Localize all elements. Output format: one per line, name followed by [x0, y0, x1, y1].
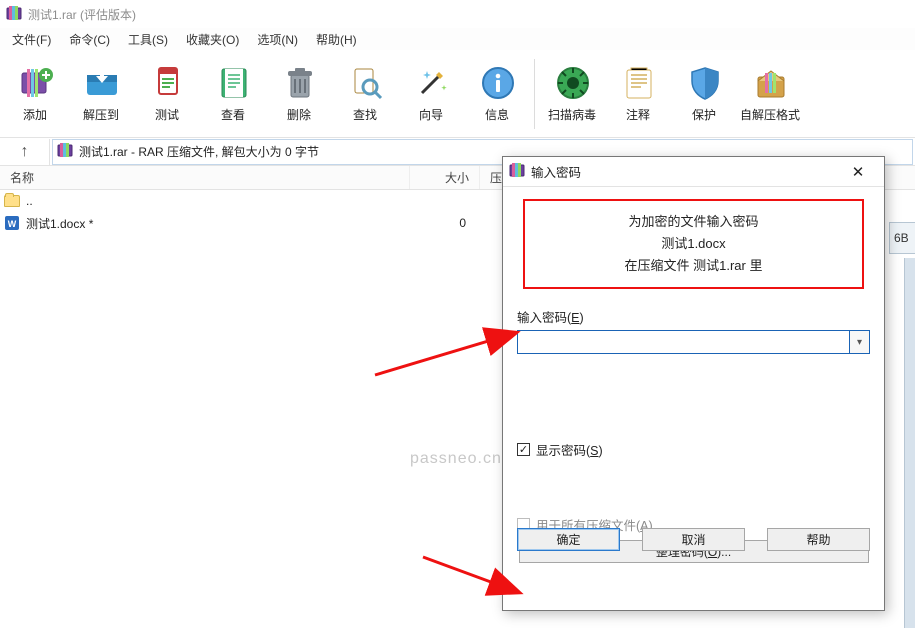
- toolbar-view-button[interactable]: 查看: [200, 52, 266, 136]
- wizard-icon: [412, 64, 450, 102]
- svg-text:W: W: [8, 219, 17, 229]
- toolbar-delete-label: 删除: [287, 106, 311, 123]
- toolbar-protect-label: 保护: [692, 106, 716, 123]
- dialog-message-line2: 测试1.docx: [537, 233, 850, 255]
- address-text: 测试1.rar - RAR 压缩文件, 解包大小为 0 字节: [79, 143, 319, 160]
- docx-icon: W: [4, 215, 20, 231]
- password-dropdown-button[interactable]: ▾: [850, 330, 870, 354]
- toolbar-extract-label: 解压到: [83, 106, 119, 123]
- menu-help[interactable]: 帮助(H): [308, 29, 365, 50]
- dialog-titlebar: 输入密码 ✕: [503, 157, 884, 187]
- watermark-text: passneo.cn: [410, 450, 502, 468]
- dialog-icon: [509, 162, 525, 181]
- hidden-column-peek: 6B: [889, 222, 915, 254]
- toolbar-extract-button[interactable]: 解压到: [68, 52, 134, 136]
- peek-text: 6B: [894, 231, 909, 245]
- window-titlebar: 测试1.rar (评估版本): [0, 0, 915, 28]
- dialog-close-button[interactable]: ✕: [838, 159, 878, 185]
- show-password-checkbox[interactable]: ✓ 显示密码(S): [517, 440, 870, 459]
- extract-icon: [82, 64, 120, 102]
- toolbar-find-button[interactable]: 查找: [332, 52, 398, 136]
- toolbar-wizard-button[interactable]: 向导: [398, 52, 464, 136]
- toolbar-sfx-button[interactable]: 自解压格式: [737, 52, 803, 136]
- file-size: 0: [406, 216, 476, 230]
- toolbar-add-button[interactable]: 添加: [2, 52, 68, 136]
- checkbox-checked-icon: ✓: [517, 443, 530, 456]
- up-button[interactable]: ↑: [0, 139, 50, 165]
- info-icon: [478, 64, 516, 102]
- dialog-title: 输入密码: [531, 162, 581, 181]
- right-strip: [904, 258, 915, 628]
- menu-options[interactable]: 选项(N): [249, 29, 306, 50]
- window-title: 测试1.rar (评估版本): [28, 6, 136, 23]
- scan-icon: [553, 64, 591, 102]
- toolbar-info-button[interactable]: 信息: [464, 52, 530, 136]
- enter-password-label: 输入密码(E): [517, 307, 870, 326]
- chevron-down-icon: ▾: [857, 337, 862, 348]
- close-icon: ✕: [852, 163, 865, 181]
- delete-icon: [280, 64, 318, 102]
- toolbar-test-label: 测试: [155, 106, 179, 123]
- toolbar-scan-label: 扫描病毒: [548, 106, 596, 123]
- toolbar-add-label: 添加: [23, 106, 47, 123]
- archive-icon: [57, 142, 73, 161]
- folder-up-icon: [4, 193, 20, 209]
- test-icon: [148, 64, 186, 102]
- toolbar-sfx-label: 自解压格式: [740, 106, 800, 123]
- up-arrow-icon: ↑: [21, 143, 29, 161]
- dialog-message-line3: 在压缩文件 测试1.rar 里: [537, 255, 850, 277]
- add-icon: [16, 64, 54, 102]
- toolbar-find-label: 查找: [353, 106, 377, 123]
- toolbar-wizard-label: 向导: [419, 106, 443, 123]
- menu-command[interactable]: 命令(C): [61, 29, 118, 50]
- cancel-button[interactable]: 取消: [642, 528, 745, 551]
- toolbar-protect-button[interactable]: 保护: [671, 52, 737, 136]
- column-header-name[interactable]: 名称: [0, 166, 410, 189]
- file-name: 测试1.docx *: [26, 215, 93, 232]
- help-button[interactable]: 帮助: [767, 528, 870, 551]
- toolbar-test-button[interactable]: 测试: [134, 52, 200, 136]
- menu-bar: 文件(F) 命令(C) 工具(S) 收藏夹(O) 选项(N) 帮助(H): [0, 28, 915, 50]
- show-password-label: 显示密码(S): [536, 440, 603, 459]
- ok-button[interactable]: 确定: [517, 528, 620, 551]
- toolbar-separator: [534, 59, 535, 129]
- comment-icon: [619, 64, 657, 102]
- sfx-icon: [751, 64, 789, 102]
- app-icon: [6, 5, 22, 24]
- toolbar-comment-button[interactable]: 注释: [605, 52, 671, 136]
- toolbar-comment-label: 注释: [626, 106, 650, 123]
- toolbar: 添加 解压到 测试 查看 删除 查找 向导: [0, 50, 915, 138]
- toolbar-scan-button[interactable]: 扫描病毒: [539, 52, 605, 136]
- password-input[interactable]: [517, 330, 850, 354]
- toolbar-info-label: 信息: [485, 106, 509, 123]
- file-name: ..: [26, 194, 33, 208]
- menu-file[interactable]: 文件(F): [4, 29, 59, 50]
- password-dialog: 输入密码 ✕ 为加密的文件输入密码 测试1.docx 在压缩文件 测试1.rar…: [502, 156, 885, 611]
- dialog-message-line1: 为加密的文件输入密码: [537, 211, 850, 233]
- view-icon: [214, 64, 252, 102]
- protect-icon: [685, 64, 723, 102]
- dialog-message-box: 为加密的文件输入密码 测试1.docx 在压缩文件 测试1.rar 里: [523, 199, 864, 289]
- find-icon: [346, 64, 384, 102]
- menu-tools[interactable]: 工具(S): [120, 29, 176, 50]
- column-header-size[interactable]: 大小: [410, 166, 480, 189]
- toolbar-delete-button[interactable]: 删除: [266, 52, 332, 136]
- toolbar-view-label: 查看: [221, 106, 245, 123]
- menu-favorites[interactable]: 收藏夹(O): [178, 29, 247, 50]
